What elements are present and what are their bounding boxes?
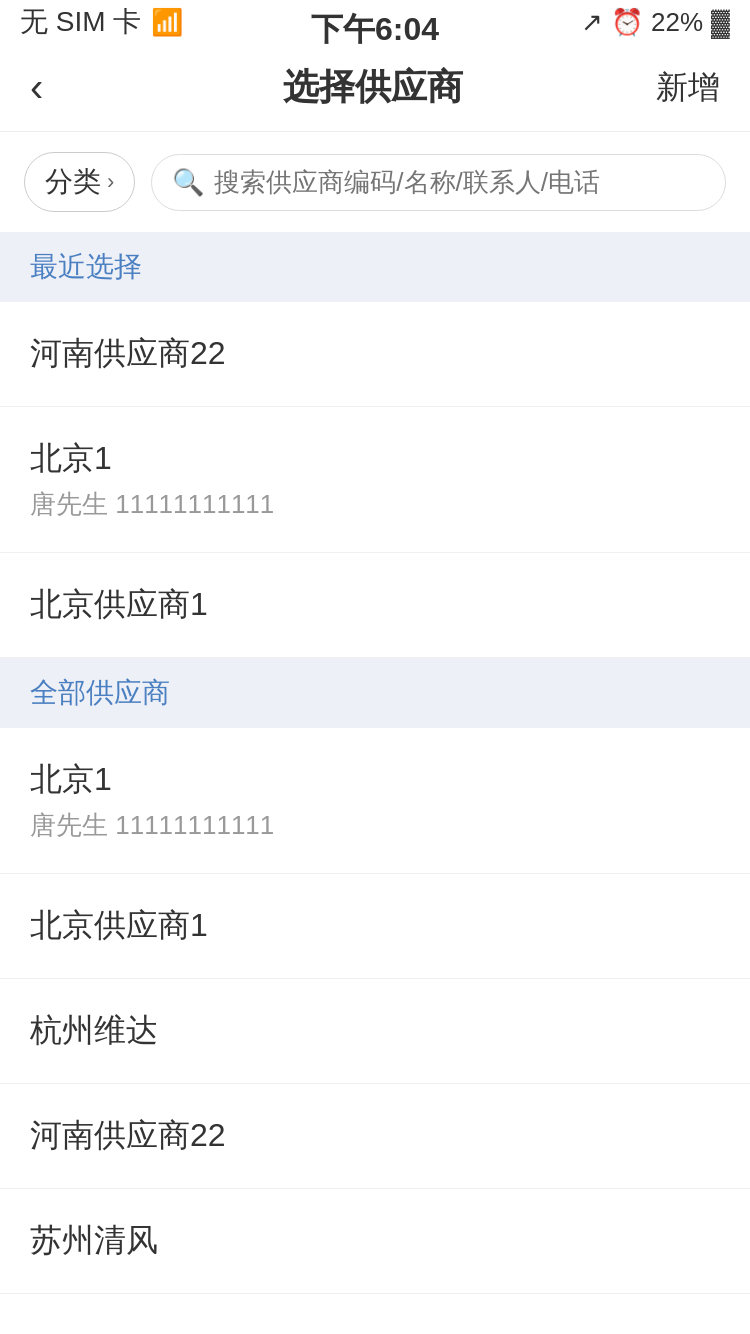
item-name: 河南供应商22 bbox=[30, 332, 720, 376]
list-item[interactable]: 北京供应商1 bbox=[0, 553, 750, 658]
search-input[interactable] bbox=[214, 167, 705, 198]
filter-bar: 分类 › 🔍 bbox=[0, 132, 750, 232]
item-name: 苏州清风 bbox=[30, 1219, 720, 1263]
recent-section-header: 最近选择 bbox=[0, 232, 750, 302]
item-name: 北京1 bbox=[30, 758, 720, 802]
all-items-list: 北京1 唐先生 11111111111 北京供应商1 杭州维达河南供应商22 苏州清风 bbox=[0, 728, 750, 1294]
recent-items-list: 河南供应商22 北京1 唐先生 11111111111 北京供应商1 bbox=[0, 302, 750, 658]
carrier-label: 无 SIM 卡 bbox=[20, 3, 141, 41]
item-name: 北京供应商1 bbox=[30, 583, 720, 627]
recent-section-label: 最近选择 bbox=[30, 251, 142, 282]
alarm-icon: ⏰ bbox=[611, 7, 643, 38]
list-item[interactable]: 苏州清风 bbox=[0, 1189, 750, 1294]
item-name: 杭州维达 bbox=[30, 1009, 720, 1053]
item-sub: 唐先生 11111111111 bbox=[30, 487, 720, 522]
all-section-label: 全部供应商 bbox=[30, 677, 170, 708]
wifi-icon: 📶 bbox=[151, 7, 183, 38]
battery-level: 22% bbox=[651, 7, 703, 38]
item-name: 北京供应商1 bbox=[30, 904, 720, 948]
status-left: 无 SIM 卡 📶 bbox=[20, 3, 183, 41]
status-bar: 无 SIM 卡 📶 下午6:04 ↗ ⏰ 22% ▓ bbox=[0, 0, 750, 44]
battery-icon: ▓ bbox=[711, 7, 730, 38]
list-item[interactable]: 北京1 唐先生 11111111111 bbox=[0, 728, 750, 874]
search-box[interactable]: 🔍 bbox=[151, 154, 726, 211]
location-icon: ↗ bbox=[581, 7, 603, 38]
item-sub: 唐先生 11111111111 bbox=[30, 808, 720, 843]
list-item[interactable]: 河南供应商22 bbox=[0, 302, 750, 407]
back-button[interactable]: ‹ bbox=[30, 65, 90, 110]
page-title: 选择供应商 bbox=[283, 63, 463, 112]
list-item[interactable]: 河南供应商22 bbox=[0, 1084, 750, 1189]
item-name: 北京1 bbox=[30, 437, 720, 481]
status-time: 下午6:04 bbox=[311, 8, 439, 52]
list-item[interactable]: 北京1 唐先生 11111111111 bbox=[0, 407, 750, 553]
item-name: 河南供应商22 bbox=[30, 1114, 720, 1158]
list-item[interactable]: 杭州维达 bbox=[0, 979, 750, 1084]
list-item[interactable]: 北京供应商1 bbox=[0, 874, 750, 979]
category-label: 分类 bbox=[45, 163, 101, 201]
nav-bar: ‹ 选择供应商 新增 bbox=[0, 44, 750, 132]
status-right: ↗ ⏰ 22% ▓ bbox=[581, 7, 730, 38]
all-section-header: 全部供应商 bbox=[0, 658, 750, 728]
search-icon: 🔍 bbox=[172, 167, 204, 198]
category-button[interactable]: 分类 › bbox=[24, 152, 135, 212]
add-button[interactable]: 新增 bbox=[656, 66, 720, 110]
chevron-right-icon: › bbox=[107, 169, 114, 195]
